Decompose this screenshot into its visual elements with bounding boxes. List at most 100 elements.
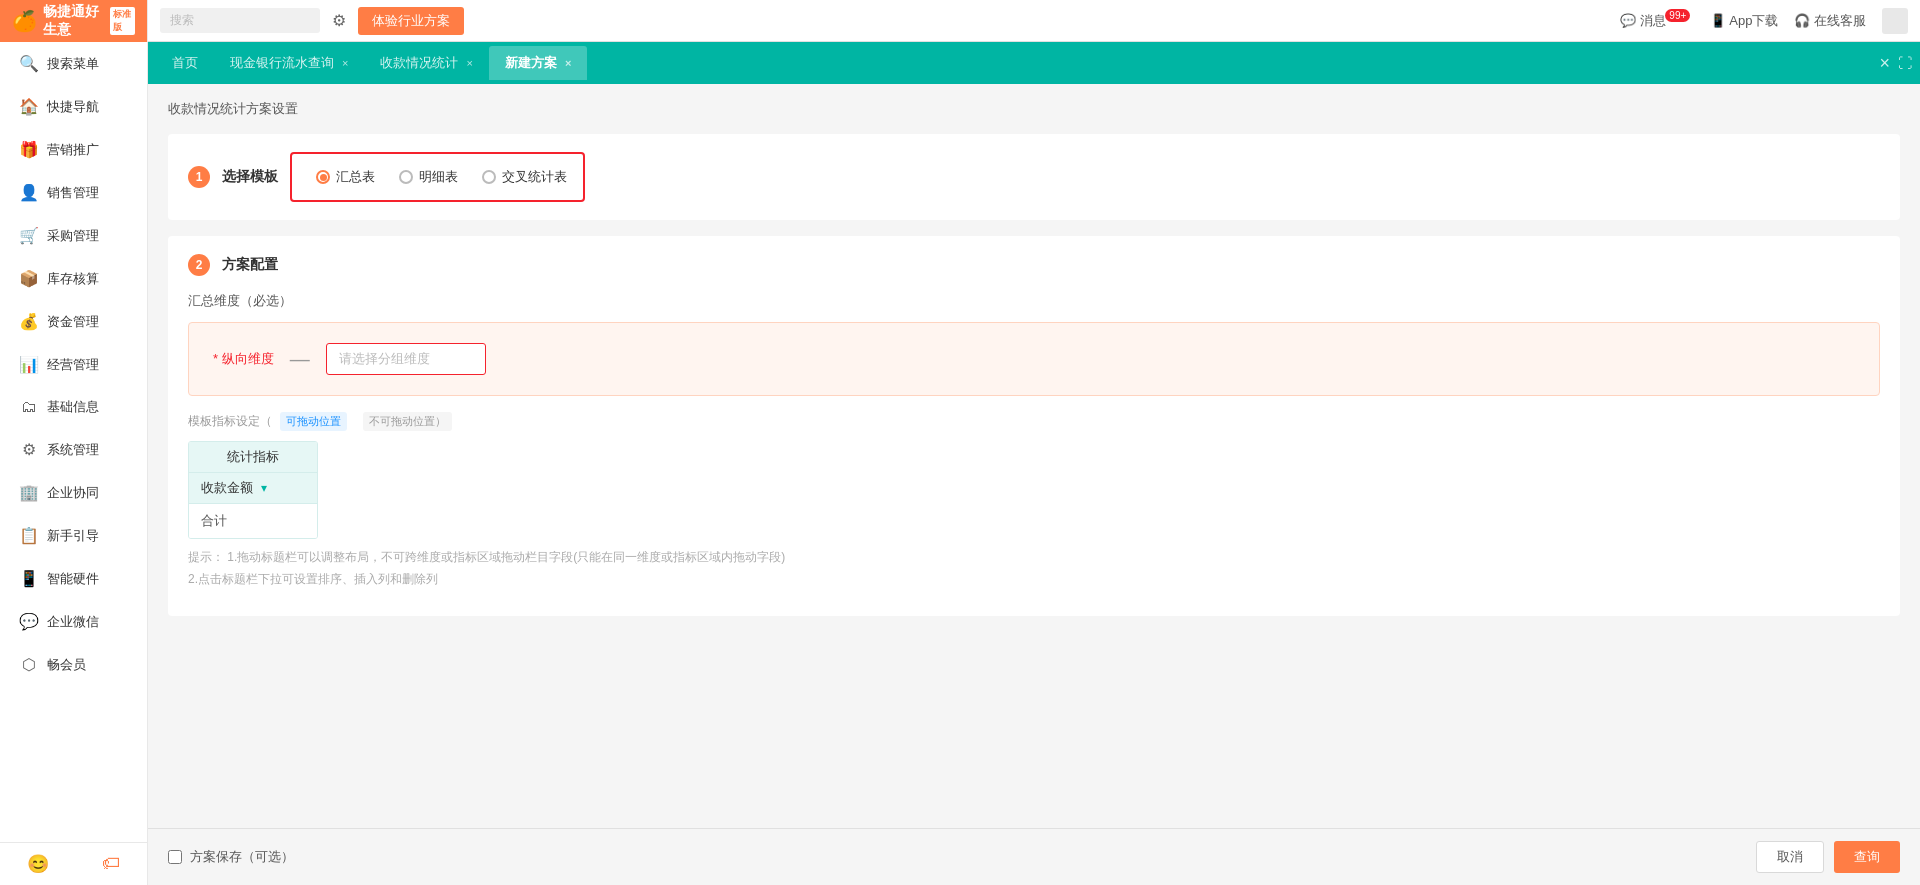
sidebar-item-label: 采购管理 (47, 227, 99, 245)
sidebar-item-label: 企业微信 (47, 613, 99, 631)
tab-payment-stats-close[interactable]: × (466, 57, 472, 69)
sidebar-item-label: 搜索菜单 (47, 55, 99, 73)
cart-icon: 🛒 (19, 226, 39, 245)
sidebar-item-finance[interactable]: 💰 资金管理 (0, 300, 147, 343)
row-total-label: 合计 (201, 513, 227, 528)
footer-buttons: 取消 查询 (1756, 841, 1900, 873)
tab-bar-right: × ⛶ (1879, 53, 1912, 74)
user-avatar[interactable] (1882, 8, 1908, 34)
search-placeholder: 搜索 (170, 13, 194, 27)
logo-text: 畅捷通好生意 (43, 3, 104, 39)
step1-row: 1 选择模板 汇总表 明细表 (188, 152, 1880, 202)
sidebar-item-inventory[interactable]: 📦 库存核算 (0, 257, 147, 300)
message-badge: 99+ (1665, 9, 1690, 22)
radio-detail[interactable]: 明细表 (399, 168, 458, 186)
radio-summary-label: 汇总表 (336, 168, 375, 186)
vertical-dim-label: * 纵向维度 (213, 350, 274, 368)
sidebar-item-operation[interactable]: 📊 经营管理 (0, 343, 147, 386)
tab-cashflow[interactable]: 现金银行流水查询 × (214, 46, 364, 80)
save-checkbox[interactable] (168, 850, 182, 864)
sidebar-item-smart-hw[interactable]: 📱 智能硬件 (0, 557, 147, 600)
top-header: 搜索 ⚙ 体验行业方案 💬 消息 99+ 📱 App下载 🎧 在线客服 (148, 0, 1920, 42)
summary-dim-title: 汇总维度（必选） (188, 292, 1880, 310)
hint-line-2: 2.点击标题栏下拉可设置排序、插入列和删除列 (188, 569, 1880, 591)
dimension-area: * 纵向维度 — 请选择分组维度 (188, 322, 1880, 396)
radio-detail-label: 明细表 (419, 168, 458, 186)
sidebar-item-label: 营销推广 (47, 141, 99, 159)
tab-cashflow-close[interactable]: × (342, 57, 348, 69)
message-section[interactable]: 💬 消息 99+ (1620, 12, 1694, 30)
tab-payment-stats[interactable]: 收款情况统计 × (364, 46, 488, 80)
metrics-section-title: 模板指标设定（ (188, 413, 272, 430)
sidebar-item-label: 系统管理 (47, 441, 99, 459)
industry-btn[interactable]: 体验行业方案 (358, 7, 464, 35)
sidebar-item-label: 畅会员 (47, 656, 86, 674)
page-title: 收款情况统计方案设置 (168, 100, 1900, 118)
template-selector: 汇总表 明细表 交叉统计表 (290, 152, 585, 202)
sidebar-item-marketing[interactable]: 🎁 营销推广 (0, 128, 147, 171)
sidebar-item-purchase[interactable]: 🛒 采购管理 (0, 214, 147, 257)
step2-badge: 2 (188, 254, 210, 276)
radio-cross[interactable]: 交叉统计表 (482, 168, 567, 186)
step1-label: 选择模板 (222, 168, 278, 186)
sidebar-item-label: 基础信息 (47, 398, 99, 416)
book-icon: 📋 (19, 526, 39, 545)
col-header-cell[interactable]: 收款金额 ▾ (189, 473, 317, 504)
radio-summary-circle (316, 170, 330, 184)
sidebar-item-basic-info[interactable]: 🗂 基础信息 (0, 386, 147, 428)
member-icon: ⬡ (19, 655, 39, 674)
tab-new-plan-label: 新建方案 (505, 54, 557, 72)
hint-line-1: 提示： 1.拖动标题栏可以调整布局，不可跨维度或指标区域拖动栏目字段(只能在同一… (188, 547, 1880, 569)
arrow-icon: — (290, 348, 310, 371)
footer: 方案保存（可选） 取消 查询 (148, 828, 1920, 885)
sidebar-item-enterprise[interactable]: 🏢 企业协同 (0, 471, 147, 514)
app-label: App下载 (1729, 13, 1778, 28)
dimension-selector[interactable]: 请选择分组维度 (326, 343, 486, 375)
save-label: 方案保存（可选） (190, 848, 294, 866)
gear-icon: ⚙ (19, 440, 39, 459)
cancel-button[interactable]: 取消 (1756, 841, 1824, 873)
gift-icon: 🎁 (19, 140, 39, 159)
sidebar-item-search-menu[interactable]: 🔍 搜索菜单 (0, 42, 147, 85)
draggable-badge: 可拖动位置 (280, 412, 347, 431)
tab-payment-stats-label: 收款情况统计 (380, 54, 458, 72)
sidebar-item-quick-nav[interactable]: 🏠 快捷导航 (0, 85, 147, 128)
service-label: 在线客服 (1814, 13, 1866, 28)
tab-new-plan-close[interactable]: × (565, 57, 571, 69)
sidebar-item-label: 销售管理 (47, 184, 99, 202)
sidebar-item-sales[interactable]: 👤 销售管理 (0, 171, 147, 214)
stats-column-header: 统计指标 (189, 442, 317, 473)
box-icon: 📦 (19, 269, 39, 288)
not-draggable-badge: 不可拖动位置） (363, 412, 452, 431)
step2-row: 2 方案配置 (188, 254, 1880, 276)
metrics-row-total: 合计 (189, 504, 317, 538)
sidebar-item-label: 库存核算 (47, 270, 99, 288)
header-right: 💬 消息 99+ 📱 App下载 🎧 在线客服 (1620, 8, 1908, 34)
window-expand-icon[interactable]: ⛶ (1898, 55, 1912, 71)
settings-icon[interactable]: ⚙ (332, 11, 346, 30)
tab-home[interactable]: 首页 (156, 46, 214, 80)
sidebar-item-wechat[interactable]: 💬 企业微信 (0, 600, 147, 643)
sidebar-item-guide[interactable]: 📋 新手引导 (0, 514, 147, 557)
service-section[interactable]: 🎧 在线客服 (1794, 12, 1866, 30)
logo-icon: 🍊 (12, 9, 37, 33)
sidebar-item-label: 企业协同 (47, 484, 99, 502)
tab-new-plan[interactable]: 新建方案 × (489, 46, 587, 80)
radio-detail-circle (399, 170, 413, 184)
sidebar-bottom-icon-1[interactable]: 😊 (27, 853, 49, 875)
hints-text: 提示： 1.拖动标题栏可以调整布局，不可跨维度或指标区域拖动栏目字段(只能在同一… (188, 547, 1880, 590)
window-close-icon[interactable]: × (1879, 53, 1890, 74)
tab-cashflow-label: 现金银行流水查询 (230, 54, 334, 72)
query-button[interactable]: 查询 (1834, 841, 1900, 873)
sidebar-bottom-icon-2[interactable]: 🏷 (102, 853, 120, 875)
sidebar-item-label: 新手引导 (47, 527, 99, 545)
search-box[interactable]: 搜索 (160, 8, 320, 33)
message-icon: 💬 (1620, 13, 1636, 28)
col-dropdown-icon[interactable]: ▾ (261, 481, 267, 495)
sidebar-item-system[interactable]: ⚙ 系统管理 (0, 428, 147, 471)
sidebar-item-label: 资金管理 (47, 313, 99, 331)
radio-cross-circle (482, 170, 496, 184)
sidebar-item-member[interactable]: ⬡ 畅会员 (0, 643, 147, 686)
radio-summary[interactable]: 汇总表 (316, 168, 375, 186)
app-download-section[interactable]: 📱 App下载 (1710, 12, 1778, 30)
